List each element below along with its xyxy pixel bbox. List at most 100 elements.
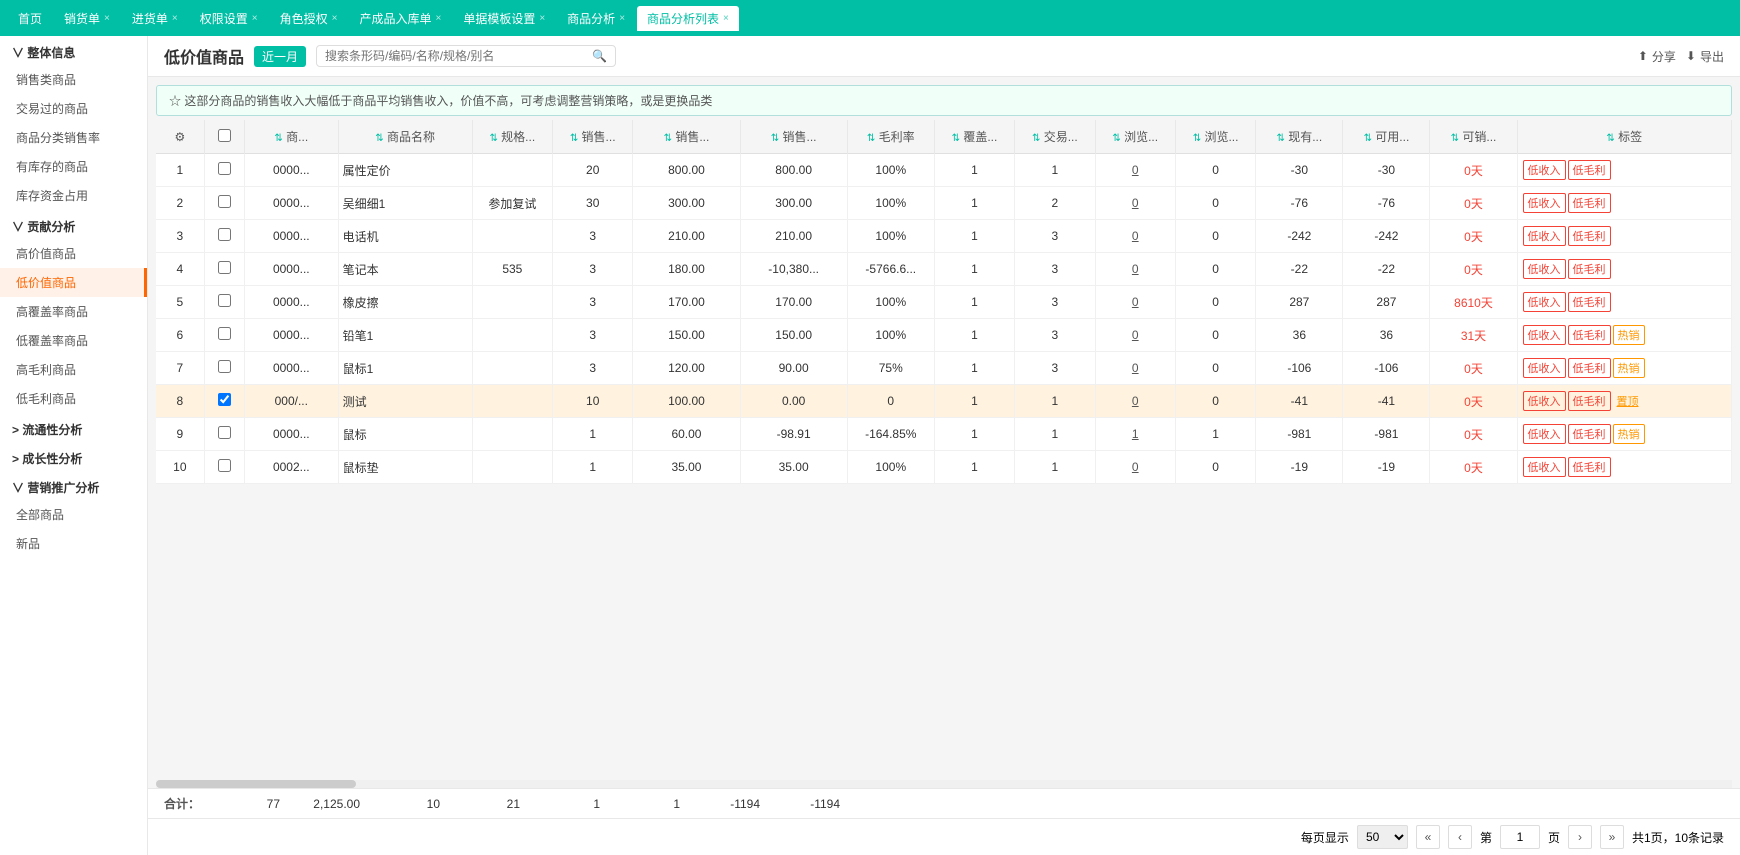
nav-item-6[interactable]: 单据模板设置× [453,6,555,31]
col-header-checkbox[interactable] [204,120,244,154]
page-input[interactable] [1500,825,1540,849]
nav-close-icon[interactable]: × [332,13,338,24]
sidebar-item-0-4[interactable]: 库存资金占用 [0,181,147,210]
sidebar-group-3[interactable]: > 成长性分析 [0,442,147,471]
sidebar-item-4-0[interactable]: 全部商品 [0,500,147,529]
first-page-btn[interactable]: « [1416,825,1440,849]
col-header-sales_amount[interactable]: ⇅ 销售... [633,120,740,154]
row-browse1[interactable]: 0 [1095,451,1175,484]
scrollbar-thumb[interactable] [156,780,356,788]
page-size-label: 每页显示 [1301,829,1349,846]
nav-item-8[interactable]: 商品分析列表× [637,6,739,31]
nav-close-icon[interactable]: × [619,13,625,24]
nav-item-3[interactable]: 权限设置× [190,6,268,31]
next-page-btn[interactable]: › [1568,825,1592,849]
sidebar-item-1-4[interactable]: 高毛利商品 [0,355,147,384]
row-stock: -22 [1256,253,1343,286]
sidebar-item-1-5[interactable]: 低毛利商品 [0,384,147,413]
row-browse1[interactable]: 1 [1095,418,1175,451]
row-checkbox[interactable] [204,253,244,286]
col-header-available[interactable]: ⇅ 可用... [1343,120,1430,154]
sidebar-group-0[interactable]: ∨ 整体信息 [0,36,147,65]
filter-tag[interactable]: 近一月 [254,46,306,67]
col-header-code[interactable]: ⇅ 商... [244,120,338,154]
row-sales-profit: -98.91 [740,418,847,451]
select-all-checkbox[interactable] [218,129,231,142]
row-browse1[interactable]: 0 [1095,187,1175,220]
sidebar-item-0-0[interactable]: 销售类商品 [0,65,147,94]
row-tags: 低收入低毛利 [1517,187,1731,220]
nav-close-icon[interactable]: × [539,13,545,24]
col-header-coverage[interactable]: ⇅ 覆盖... [934,120,1014,154]
row-coverage: 1 [934,352,1014,385]
row-browse1[interactable]: 0 [1095,253,1175,286]
row-coverage: 1 [934,385,1014,418]
nav-item-0[interactable]: 首页 [8,6,52,31]
row-browse1[interactable]: 0 [1095,319,1175,352]
row-checkbox[interactable] [204,385,244,418]
col-header-spec[interactable]: ⇅ 规格... [472,120,552,154]
row-checkbox[interactable] [204,154,244,187]
nav-item-1[interactable]: 销货单× [54,6,120,31]
last-page-btn[interactable]: » [1600,825,1624,849]
sidebar-item-0-2[interactable]: 商品分类销售率 [0,123,147,152]
row-stock: -76 [1256,187,1343,220]
page-header: 低价值商品 近一月 🔍 ⬆ 分享 ⬇ 导出 [148,36,1740,77]
row-checkbox[interactable] [204,451,244,484]
row-browse1[interactable]: 0 [1095,220,1175,253]
export-button[interactable]: ⬇ 导出 [1686,48,1724,65]
sidebar-item-4-1[interactable]: 新品 [0,529,147,558]
row-checkbox[interactable] [204,187,244,220]
col-header-sales_qty[interactable]: ⇅ 销售... [553,120,633,154]
col-header-sellable[interactable]: ⇅ 可销... [1430,120,1517,154]
nav-close-icon[interactable]: × [104,13,110,24]
col-header-tags[interactable]: ⇅ 标签 [1517,120,1731,154]
table-row: 70000...鼠标13120.0090.0075%1300-106-1060天… [156,352,1732,385]
row-tags: 低收入低毛利热销 [1517,352,1731,385]
row-checkbox[interactable] [204,286,244,319]
row-checkbox[interactable] [204,319,244,352]
nav-close-icon[interactable]: × [723,13,729,24]
sidebar-item-1-1[interactable]: 低价值商品 [0,268,147,297]
col-header-trade[interactable]: ⇅ 交易... [1015,120,1095,154]
row-browse1[interactable]: 0 [1095,352,1175,385]
col-header-current_stock[interactable]: ⇅ 现有... [1256,120,1343,154]
row-no: 3 [156,220,204,253]
row-browse1[interactable]: 0 [1095,286,1175,319]
sidebar-item-0-1[interactable]: 交易过的商品 [0,94,147,123]
nav-close-icon[interactable]: × [435,13,441,24]
sidebar-item-0-3[interactable]: 有库存的商品 [0,152,147,181]
nav-close-icon[interactable]: × [252,13,258,24]
col-header-settings[interactable]: ⚙ [156,120,204,154]
row-browse1[interactable]: 0 [1095,385,1175,418]
row-checkbox[interactable] [204,352,244,385]
col-header-browse1[interactable]: ⇅ 浏览... [1095,120,1175,154]
sidebar-item-1-2[interactable]: 高覆盖率商品 [0,297,147,326]
nav-item-5[interactable]: 产成品入库单× [349,6,451,31]
nav-item-2[interactable]: 进货单× [122,6,188,31]
sidebar-group-2[interactable]: > 流通性分析 [0,413,147,442]
col-header-sales_profit[interactable]: ⇅ 销售... [740,120,847,154]
sidebar-item-1-0[interactable]: 高价值商品 [0,239,147,268]
table-area[interactable]: ⚙⇅ 商...⇅ 商品名称⇅ 规格...⇅ 销售...⇅ 销售...⇅ 销售..… [148,120,1740,780]
col-header-browse2[interactable]: ⇅ 浏览... [1175,120,1255,154]
nav-close-icon[interactable]: × [172,13,178,24]
col-header-gross_margin[interactable]: ⇅ 毛利率 [847,120,934,154]
prev-page-btn[interactable]: ‹ [1448,825,1472,849]
search-input[interactable] [325,49,592,63]
total-qty: 77 [220,797,280,811]
scrollbar-area[interactable] [156,780,1732,788]
row-code: 0000... [244,253,338,286]
row-browse1[interactable]: 0 [1095,154,1175,187]
row-checkbox[interactable] [204,220,244,253]
sidebar-group-1[interactable]: ∨ 贡献分析 [0,210,147,239]
nav-item-7[interactable]: 商品分析× [557,6,635,31]
page-size-select[interactable]: 50 100 [1357,825,1408,849]
nav-item-4[interactable]: 角色授权× [270,6,348,31]
row-sales-amount: 100.00 [633,385,740,418]
sidebar-group-4[interactable]: ∨ 营销推广分析 [0,471,147,500]
share-button[interactable]: ⬆ 分享 [1638,48,1676,65]
sidebar-item-1-3[interactable]: 低覆盖率商品 [0,326,147,355]
row-checkbox[interactable] [204,418,244,451]
col-header-name[interactable]: ⇅ 商品名称 [338,120,472,154]
